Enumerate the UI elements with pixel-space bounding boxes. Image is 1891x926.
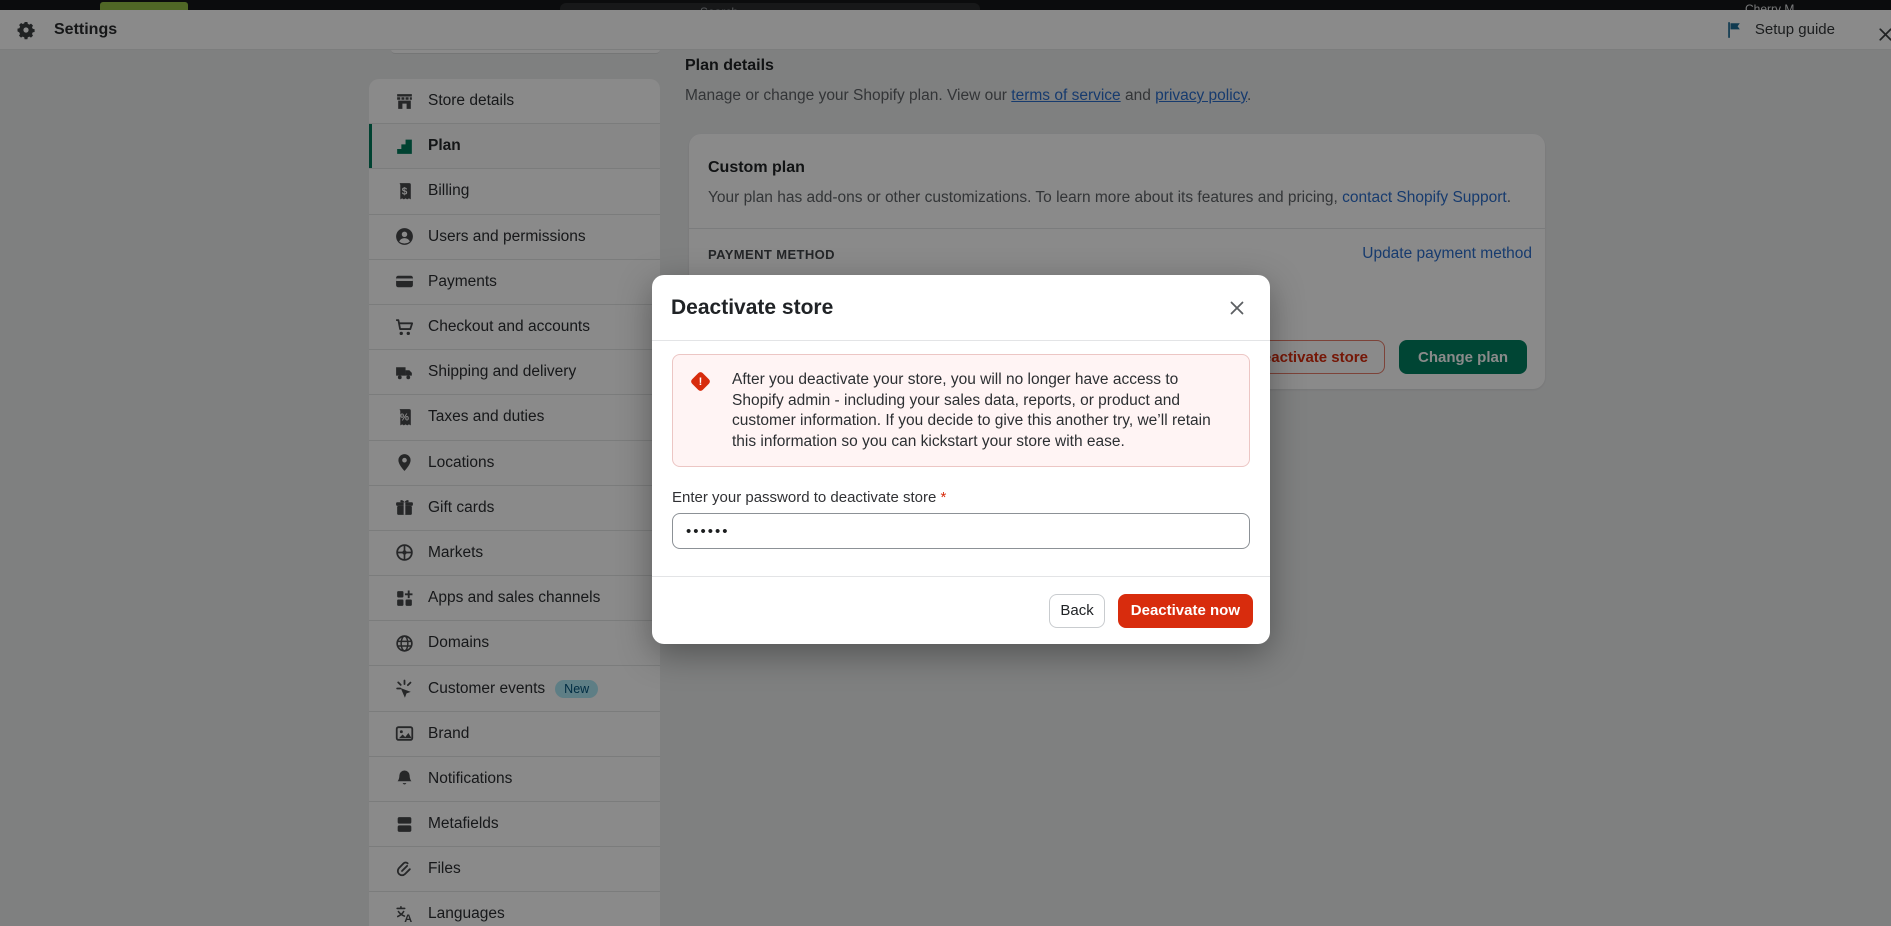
password-label-text: Enter your password to deactivate store	[672, 489, 941, 506]
modal-title: Deactivate store	[671, 295, 834, 319]
modal-footer: Back Deactivate now	[652, 576, 1270, 644]
shopify-settings-screen: Search Cherry M Settings Setup guide Sto…	[0, 0, 1891, 926]
password-input[interactable]	[672, 513, 1250, 549]
required-asterisk: *	[940, 489, 947, 506]
deactivate-store-modal: Deactivate store ! After you deactivate …	[652, 275, 1270, 644]
close-icon[interactable]	[1222, 293, 1252, 323]
deactivate-now-button[interactable]: Deactivate now	[1117, 593, 1253, 628]
back-button[interactable]: Back	[1049, 593, 1105, 628]
warning-banner: ! After you deactivate your store, you w…	[672, 354, 1250, 467]
password-label: Enter your password to deactivate store …	[672, 489, 1250, 506]
modal-header: Deactivate store	[652, 275, 1270, 341]
alert-diamond-icon: !	[689, 370, 712, 393]
warning-text: After you deactivate your store, you wil…	[732, 371, 1211, 450]
modal-body: ! After you deactivate your store, you w…	[652, 341, 1270, 549]
